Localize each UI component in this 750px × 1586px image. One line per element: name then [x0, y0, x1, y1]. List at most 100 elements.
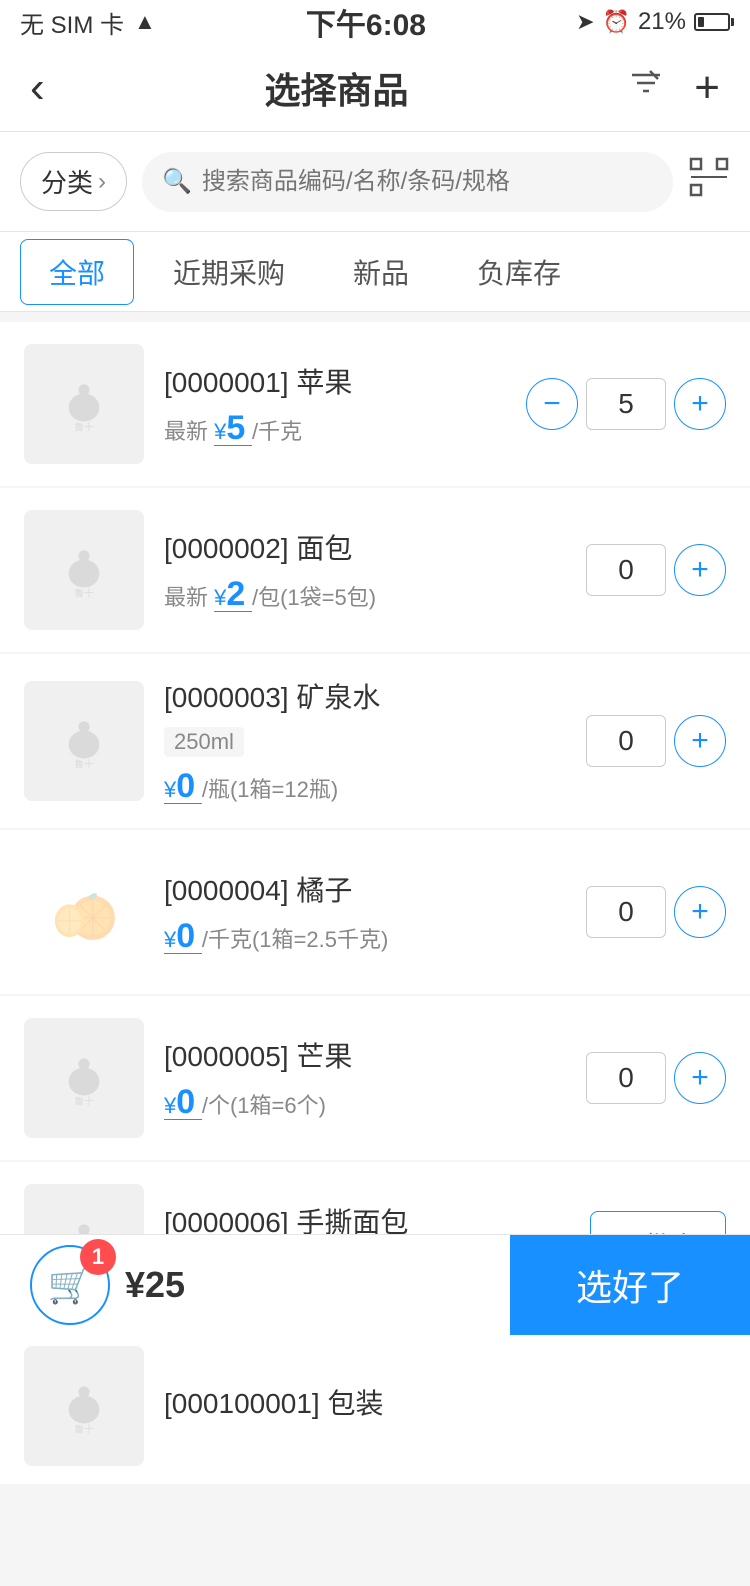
- price-unit: /千克: [252, 419, 302, 444]
- svg-text:鲁十: 鲁十: [74, 1095, 94, 1108]
- price-unit: /包(1袋=5包): [252, 585, 376, 610]
- filter-icon[interactable]: [628, 65, 664, 110]
- scan-icon[interactable]: [688, 156, 730, 207]
- svg-text:鲁十: 鲁十: [74, 421, 94, 434]
- product-info: [0000004] 橘子 ¥0 /千克(1箱=2.5千克): [164, 869, 566, 956]
- search-input[interactable]: [202, 168, 653, 196]
- wifi-icon: ▲: [134, 9, 156, 35]
- status-left: 无 SIM 卡 ▲: [20, 5, 156, 40]
- currency-symbol: ¥: [164, 777, 176, 802]
- currency-symbol: ¥: [164, 1093, 176, 1118]
- quantity-control: +: [586, 1052, 726, 1104]
- svg-text:鲁十: 鲁十: [74, 758, 94, 771]
- currency-symbol: ¥: [164, 927, 176, 952]
- price-number: 0: [176, 917, 195, 955]
- cart-area: 🛒 1 ¥25: [0, 1245, 510, 1325]
- price-unit: /个(1箱=6个): [202, 1093, 326, 1118]
- price-label: 最新: [164, 419, 214, 444]
- tab-negative[interactable]: 负库存: [448, 239, 590, 305]
- price-unit: /千克(1箱=2.5千克): [202, 927, 388, 952]
- price-value: ¥0: [164, 926, 202, 954]
- increase-button[interactable]: +: [674, 378, 726, 430]
- product-image: [24, 852, 144, 972]
- product-image: 鲁十: [24, 681, 144, 801]
- product-image: 鲁十: [24, 344, 144, 464]
- product-info: [0000005] 芒果 ¥0 /个(1箱=6个): [164, 1035, 566, 1122]
- price-value: ¥5: [214, 418, 252, 446]
- tab-recent[interactable]: 近期采购: [144, 239, 314, 305]
- product-item: [0000004] 橘子 ¥0 /千克(1箱=2.5千克) +: [0, 830, 750, 994]
- price-number: 0: [176, 767, 195, 805]
- increase-button[interactable]: +: [674, 544, 726, 596]
- quantity-input[interactable]: [586, 715, 666, 767]
- product-info: [000100001] 包装: [164, 1382, 726, 1430]
- page-title: 选择商品: [264, 62, 408, 114]
- price-value: ¥0: [164, 1092, 202, 1120]
- quantity-input[interactable]: [586, 886, 666, 938]
- price-value: ¥0: [164, 776, 202, 804]
- product-item: 鲁十 [0000002] 面包 最新 ¥2 /包(1袋=5包) +: [0, 488, 750, 652]
- product-image: 鲁十: [24, 510, 144, 630]
- quantity-control: +: [586, 886, 726, 938]
- product-info: [0000002] 面包 最新 ¥2 /包(1袋=5包): [164, 527, 566, 614]
- confirm-button[interactable]: 选好了: [510, 1235, 750, 1335]
- price-unit: /瓶(1箱=12瓶): [202, 777, 338, 802]
- status-time: 下午6:08: [306, 0, 426, 44]
- quantity-control: +: [586, 544, 726, 596]
- product-price: ¥0 /千克(1箱=2.5千克): [164, 917, 566, 956]
- product-item: 鲁十 [000100001] 包装: [0, 1328, 750, 1484]
- product-name: [000100001] 包装: [164, 1382, 726, 1422]
- alarm-icon: ⏰: [603, 9, 630, 35]
- bottom-bar: 🛒 1 ¥25 选好了: [0, 1234, 750, 1334]
- search-box: 🔍: [142, 152, 673, 212]
- search-icon: 🔍: [162, 167, 192, 196]
- category-button[interactable]: 分类 ›: [20, 152, 127, 211]
- nav-actions: +: [628, 63, 720, 113]
- status-bar: 无 SIM 卡 ▲ 下午6:08 ➤ ⏰ 21%: [0, 0, 750, 44]
- product-spec: 250ml: [164, 727, 244, 757]
- product-price: 最新 ¥2 /包(1袋=5包): [164, 575, 566, 614]
- increase-button[interactable]: +: [674, 715, 726, 767]
- increase-button[interactable]: +: [674, 886, 726, 938]
- add-icon[interactable]: +: [694, 63, 720, 113]
- battery-icon: [694, 13, 730, 31]
- product-name: [0000005] 芒果: [164, 1035, 566, 1075]
- cart-total: ¥25: [125, 1264, 185, 1306]
- status-right: ➤ ⏰ 21%: [576, 8, 730, 36]
- price-number: 2: [226, 575, 245, 613]
- quantity-input[interactable]: [586, 378, 666, 430]
- quantity-control: +: [586, 715, 726, 767]
- increase-button[interactable]: +: [674, 1052, 726, 1104]
- product-item: 鲁十 [0000005] 芒果 ¥0 /个(1箱=6个) +: [0, 996, 750, 1160]
- currency-symbol: ¥: [214, 585, 226, 610]
- product-price: ¥0 /个(1箱=6个): [164, 1083, 566, 1122]
- product-name: [0000003] 矿泉水: [164, 676, 566, 716]
- product-info: [0000001] 苹果 最新 ¥5 /千克: [164, 361, 506, 448]
- product-info: [0000003] 矿泉水 250ml ¥0 /瓶(1箱=12瓶): [164, 676, 566, 806]
- location-icon: ➤: [576, 9, 594, 35]
- cart-button[interactable]: 🛒 1: [30, 1245, 110, 1325]
- currency-symbol: ¥: [214, 419, 226, 444]
- product-name: [0000004] 橘子: [164, 869, 566, 909]
- price-label: 最新: [164, 585, 214, 610]
- product-image: 鲁十: [24, 1018, 144, 1138]
- product-price: 最新 ¥5 /千克: [164, 409, 506, 448]
- product-image: 鲁十: [24, 1346, 144, 1466]
- battery-percent: 21%: [638, 8, 686, 36]
- category-label: 分类: [41, 163, 93, 200]
- tab-all[interactable]: 全部: [20, 239, 134, 305]
- product-price: ¥0 /瓶(1箱=12瓶): [164, 767, 566, 806]
- filter-bar: 分类 › 🔍: [0, 132, 750, 232]
- quantity-input[interactable]: [586, 1052, 666, 1104]
- tab-bar: 全部 近期采购 新品 负库存: [0, 232, 750, 312]
- tab-new[interactable]: 新品: [324, 239, 438, 305]
- svg-text:鲁十: 鲁十: [74, 587, 94, 600]
- quantity-input[interactable]: [586, 544, 666, 596]
- product-item: 鲁十 [0000001] 苹果 最新 ¥5 /千克 − +: [0, 322, 750, 486]
- decrease-button[interactable]: −: [526, 378, 578, 430]
- back-button[interactable]: ‹: [30, 63, 45, 113]
- price-number: 5: [226, 409, 245, 447]
- price-number: 0: [176, 1083, 195, 1121]
- product-name: [0000001] 苹果: [164, 361, 506, 401]
- carrier-text: 无 SIM 卡: [20, 5, 124, 40]
